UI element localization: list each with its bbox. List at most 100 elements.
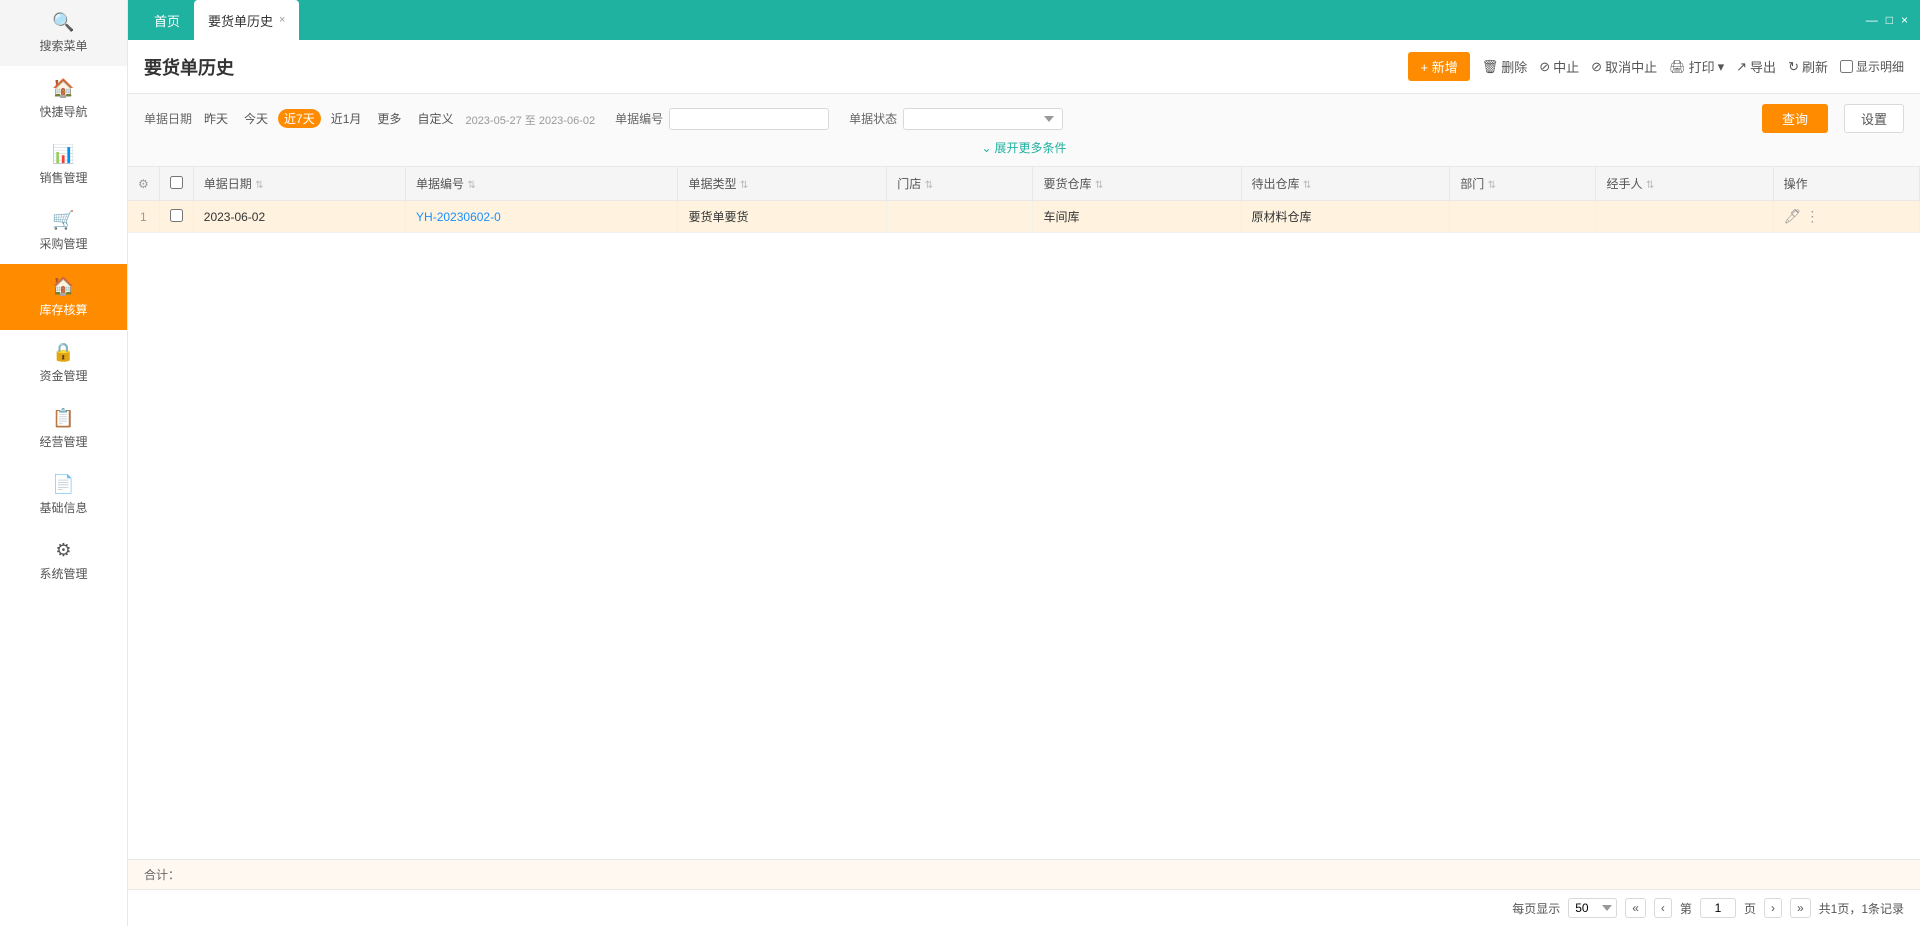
per-page-select[interactable]: 20 50 100	[1568, 898, 1617, 918]
col-settings[interactable]: ⚙	[128, 167, 159, 201]
print-dropdown-icon: ▾	[1718, 59, 1725, 75]
col-req-warehouse[interactable]: 要货仓库 ⇅	[1033, 167, 1241, 201]
tab-requisition-history[interactable]: 要货单历史 ×	[194, 0, 299, 40]
sidebar-item-ops-mgmt[interactable]: 📋 经营管理	[0, 396, 127, 462]
expand-filter-button[interactable]: ⌄ 展开更多条件	[981, 139, 1066, 156]
page-input[interactable]	[1700, 898, 1736, 918]
date-btn-yesterday[interactable]: 昨天	[198, 109, 234, 128]
status-label: 单据状态	[849, 110, 897, 127]
display-detail-checkbox[interactable]	[1840, 60, 1853, 73]
settings-button[interactable]: 设置	[1844, 104, 1904, 133]
order-no-link[interactable]: YH-20230602-0	[416, 210, 501, 224]
inventory-icon: 🏠	[52, 276, 74, 297]
order-no-label: 单据编号	[615, 110, 663, 127]
per-page-label: 每页显示	[1512, 900, 1560, 917]
sidebar-item-sys-mgmt[interactable]: ⚙ 系统管理	[0, 528, 127, 594]
row-checkbox[interactable]	[159, 201, 193, 233]
date-filter-group: 单据日期 昨天 今天 近7天 近1月 更多 自定义 2023-05-27 至 2…	[144, 109, 595, 128]
dept-sort-icon[interactable]: ⇅	[1488, 180, 1496, 191]
table-footer: 合计：	[128, 859, 1920, 889]
close-button[interactable]: ×	[1901, 13, 1908, 27]
sidebar-item-quick-nav[interactable]: 🏠 快捷导航	[0, 66, 127, 132]
date-btn-more[interactable]: 更多	[371, 109, 407, 128]
col-pending-warehouse[interactable]: 待出仓库 ⇅	[1241, 167, 1450, 201]
sidebar-item-sales-mgmt[interactable]: 📊 销售管理	[0, 132, 127, 198]
order-no-input[interactable]	[669, 108, 829, 130]
order-no-sort-icon[interactable]: ⇅	[467, 180, 475, 191]
refresh-button[interactable]: ↻ 刷新	[1788, 57, 1828, 76]
col-order-type[interactable]: 单据类型 ⇅	[678, 167, 887, 201]
row-req-warehouse: 车间库	[1033, 201, 1241, 233]
minimize-button[interactable]: —	[1866, 13, 1878, 27]
handler-sort-icon[interactable]: ⇅	[1646, 180, 1654, 191]
expand-icon: ⌄	[981, 141, 991, 155]
row-order-type: 要货单要货	[678, 201, 887, 233]
print-icon: 🖨	[1669, 59, 1686, 75]
row-order-no[interactable]: YH-20230602-0	[406, 201, 678, 233]
filter-row: 单据日期 昨天 今天 近7天 近1月 更多 自定义 2023-05-27 至 2…	[144, 104, 1904, 133]
main-content: 首页 要货单历史 × — □ × 要货单历史 + 新增 🗑 删除 ⊘ 中止	[128, 0, 1920, 926]
delete-button[interactable]: 🗑 删除	[1482, 57, 1528, 76]
cancel-stop-button[interactable]: ⊘ 取消中止	[1591, 57, 1657, 76]
sidebar: 🔍 搜索菜单 🏠 快捷导航 📊 销售管理 🛒 采购管理 🏠 库存核算 🔒 资金管…	[0, 0, 128, 926]
row-more-button[interactable]: ⋮	[1805, 208, 1819, 225]
store-sort-icon[interactable]: ⇅	[925, 180, 933, 191]
display-detail-toggle[interactable]: 显示明细	[1840, 58, 1904, 75]
first-page-button[interactable]: «	[1625, 898, 1646, 918]
maximize-button[interactable]: □	[1886, 13, 1893, 27]
select-all-checkbox[interactable]	[170, 176, 183, 189]
date-btn-1month[interactable]: 近1月	[325, 109, 368, 128]
table-row: 1 2023-06-02 YH-20230602-0 要货单要货	[128, 201, 1920, 233]
requisition-table: ⚙ 单据日期 ⇅ 单据编号 ⇅	[128, 167, 1920, 233]
col-order-no[interactable]: 单据编号 ⇅	[406, 167, 678, 201]
date-shortcuts: 昨天 今天 近7天 近1月 更多 自定义	[198, 109, 459, 128]
tab-home[interactable]: 首页	[140, 0, 194, 40]
print-button[interactable]: 🖨 打印 ▾	[1669, 57, 1724, 76]
topbar: 首页 要货单历史 × — □ ×	[128, 0, 1920, 40]
sidebar-item-base-info[interactable]: 📄 基础信息	[0, 462, 127, 528]
sidebar-item-purchase-mgmt[interactable]: 🛒 采购管理	[0, 198, 127, 264]
date-sort-icon[interactable]: ⇅	[255, 180, 263, 191]
status-select[interactable]	[903, 108, 1063, 130]
date-btn-today[interactable]: 今天	[238, 109, 274, 128]
export-button[interactable]: ↗ 导出	[1736, 57, 1776, 76]
filter-area: 单据日期 昨天 今天 近7天 近1月 更多 自定义 2023-05-27 至 2…	[128, 94, 1920, 167]
row-select-checkbox[interactable]	[170, 209, 183, 222]
date-btn-custom[interactable]: 自定义	[411, 109, 459, 128]
close-tab-icon[interactable]: ×	[279, 14, 285, 26]
row-store	[887, 201, 1033, 233]
col-dept[interactable]: 部门 ⇅	[1450, 167, 1596, 201]
sidebar-item-finance-mgmt[interactable]: 🔒 资金管理	[0, 330, 127, 396]
ops-mgmt-icon: 📋	[52, 408, 74, 429]
delete-icon: 🗑	[1482, 59, 1499, 75]
sidebar-item-inventory[interactable]: 🏠 库存核算	[0, 264, 127, 330]
search-menu-icon: 🔍	[52, 12, 74, 33]
row-actions: 🖊 ⋮	[1773, 201, 1919, 233]
sidebar-item-search-menu[interactable]: 🔍 搜索菜单	[0, 0, 127, 66]
pagination-bar: 每页显示 20 50 100 « ‹ 第 页 › » 共1页，1条记录	[128, 889, 1920, 926]
settings-gear-icon[interactable]: ⚙	[138, 177, 149, 191]
filter-right-actions: 查询 设置	[1762, 104, 1904, 133]
row-pending-warehouse: 原材料仓库	[1241, 201, 1450, 233]
col-checkbox[interactable]	[159, 167, 193, 201]
date-btn-7days[interactable]: 近7天	[278, 109, 321, 128]
row-action-buttons: 🖊 ⋮	[1784, 208, 1909, 225]
pending-warehouse-sort-icon[interactable]: ⇅	[1303, 180, 1311, 191]
prev-page-button[interactable]: ‹	[1654, 898, 1672, 918]
purchase-mgmt-icon: 🛒	[52, 210, 74, 231]
col-date[interactable]: 单据日期 ⇅	[193, 167, 405, 201]
req-warehouse-sort-icon[interactable]: ⇅	[1095, 180, 1103, 191]
next-page-button[interactable]: ›	[1764, 898, 1782, 918]
query-button[interactable]: 查询	[1762, 104, 1828, 133]
col-store[interactable]: 门店 ⇅	[887, 167, 1033, 201]
page-label: 第	[1680, 900, 1692, 917]
row-num: 1	[128, 201, 159, 233]
order-type-sort-icon[interactable]: ⇅	[740, 180, 748, 191]
stop-button[interactable]: ⊘ 中止	[1539, 57, 1579, 76]
new-button[interactable]: + 新增	[1408, 52, 1469, 81]
col-actions: 操作	[1773, 167, 1919, 201]
page-header: 要货单历史 + 新增 🗑 删除 ⊘ 中止 ⊘ 取消中止 🖨 打印	[128, 40, 1920, 94]
col-handler[interactable]: 经手人 ⇅	[1596, 167, 1773, 201]
row-edit-button[interactable]: 🖊	[1784, 208, 1802, 225]
last-page-button[interactable]: »	[1790, 898, 1811, 918]
